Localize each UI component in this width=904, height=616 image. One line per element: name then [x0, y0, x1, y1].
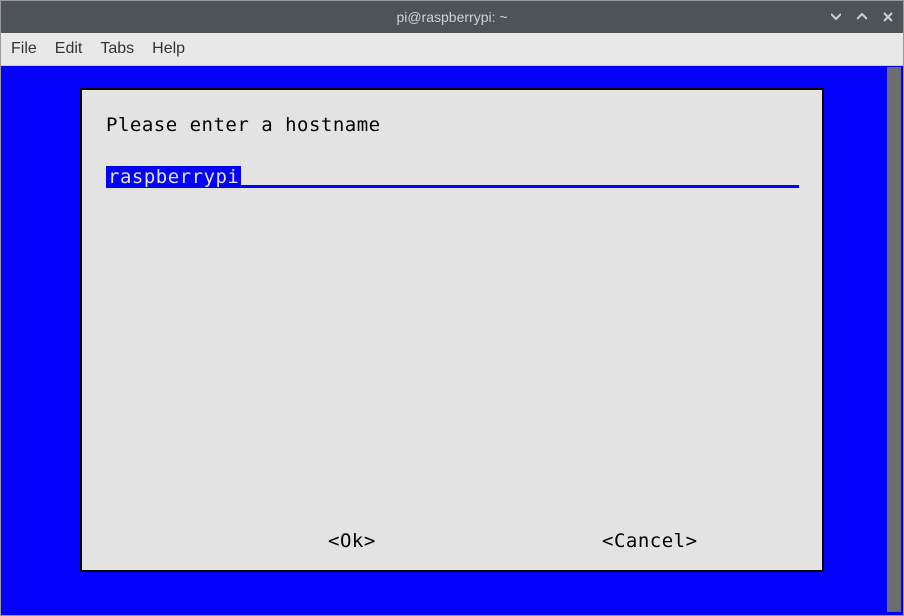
window-controls [831, 10, 893, 24]
ok-button[interactable]: <Ok> [328, 530, 376, 552]
maximize-icon[interactable] [857, 10, 867, 24]
menu-file[interactable]: File [11, 40, 37, 58]
menubar: File Edit Tabs Help [1, 33, 903, 66]
scrollbar[interactable] [887, 67, 901, 612]
window-title: pi@raspberrypi: ~ [396, 9, 507, 25]
close-icon[interactable] [883, 10, 893, 24]
hostname-input-blank[interactable] [241, 166, 799, 188]
terminal-window: pi@raspberrypi: ~ File Edit Tabs Help Pl… [0, 0, 904, 616]
menu-edit[interactable]: Edit [55, 40, 83, 58]
cancel-button[interactable]: <Cancel> [602, 530, 698, 552]
dialog-prompt: Please enter a hostname [106, 114, 802, 136]
menu-tabs[interactable]: Tabs [100, 40, 134, 58]
scrollbar-thumb[interactable] [887, 67, 901, 612]
hostname-input-row[interactable]: raspberrypi [106, 166, 802, 188]
hostname-dialog: Please enter a hostname raspberrypi <Ok>… [80, 88, 824, 572]
terminal-area: Please enter a hostname raspberrypi <Ok>… [1, 66, 903, 615]
minimize-icon[interactable] [831, 10, 841, 24]
hostname-input-value[interactable]: raspberrypi [106, 166, 241, 188]
menu-help[interactable]: Help [152, 40, 185, 58]
titlebar: pi@raspberrypi: ~ [1, 1, 903, 33]
